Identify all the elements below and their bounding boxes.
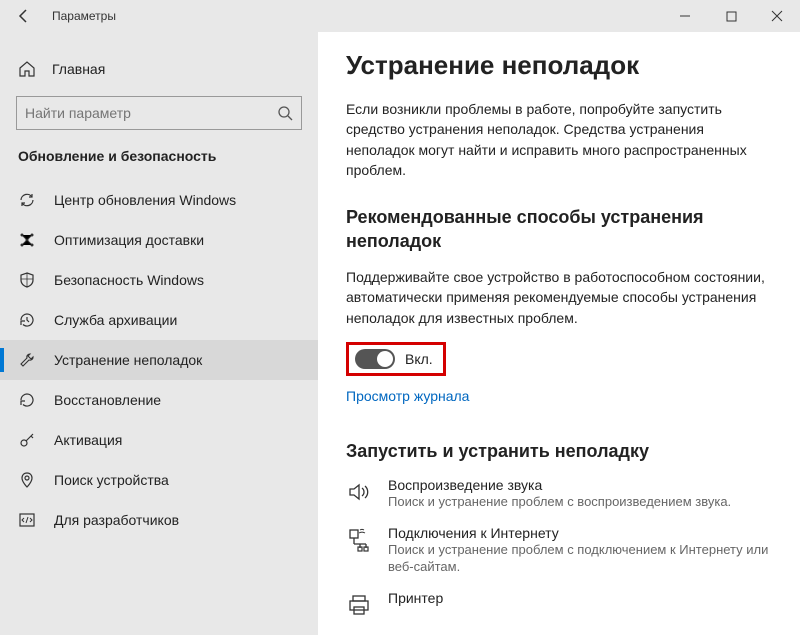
close-button[interactable] — [754, 0, 800, 32]
troubleshooter-title: Подключения к Интернету — [388, 525, 772, 541]
sidebar-item-backup[interactable]: Служба архивации — [0, 300, 318, 340]
sidebar-item-label: Восстановление — [54, 392, 161, 408]
sidebar: Главная Обновление и безопасность Центр … — [0, 32, 318, 635]
search-field[interactable] — [25, 105, 277, 121]
sidebar-item-update[interactable]: Центр обновления Windows — [0, 180, 318, 220]
network-icon — [346, 527, 372, 553]
troubleshooter-printer[interactable]: Принтер — [346, 590, 772, 618]
sidebar-item-findmydevice[interactable]: Поиск устройства — [0, 460, 318, 500]
sync-icon — [18, 191, 36, 209]
intro-text: Если возникли проблемы в работе, попробу… — [346, 99, 772, 180]
troubleshooter-audio[interactable]: Воспроизведение звука Поиск и устранение… — [346, 477, 772, 511]
troubleshooter-list: Воспроизведение звука Поиск и устранение… — [346, 477, 772, 618]
troubleshooter-sub: Поиск и устранение проблем с подключение… — [388, 541, 772, 576]
home-button[interactable]: Главная — [0, 52, 318, 86]
maximize-button[interactable] — [708, 0, 754, 32]
minimize-button[interactable] — [662, 0, 708, 32]
section-label: Обновление и безопасность — [0, 148, 318, 180]
delivery-icon — [18, 231, 36, 249]
search-icon — [277, 105, 293, 121]
run-heading: Запустить и устранить неполадку — [346, 440, 772, 463]
sidebar-item-label: Активация — [54, 432, 122, 448]
window-title: Параметры — [52, 9, 116, 23]
page-title: Устранение неполадок — [346, 50, 772, 81]
sidebar-item-label: Служба архивации — [54, 312, 177, 328]
sidebar-item-recovery[interactable]: Восстановление — [0, 380, 318, 420]
recommended-toggle[interactable] — [355, 349, 395, 369]
home-label: Главная — [52, 61, 105, 77]
location-icon — [18, 471, 36, 489]
toggle-knob — [377, 351, 393, 367]
sidebar-item-developers[interactable]: Для разработчиков — [0, 500, 318, 540]
back-button[interactable] — [0, 0, 48, 32]
sidebar-item-label: Безопасность Windows — [54, 272, 204, 288]
sidebar-item-label: Устранение неполадок — [54, 352, 202, 368]
troubleshooter-sub: Поиск и устранение проблем с воспроизвед… — [388, 493, 731, 511]
key-icon — [18, 431, 36, 449]
sidebar-item-label: Центр обновления Windows — [54, 192, 236, 208]
recovery-icon — [18, 391, 36, 409]
sidebar-item-delivery[interactable]: Оптимизация доставки — [0, 220, 318, 260]
shield-icon — [18, 271, 36, 289]
troubleshooter-title: Принтер — [388, 590, 443, 606]
main-content: Устранение неполадок Если возникли пробл… — [318, 32, 800, 635]
backup-icon — [18, 311, 36, 329]
sidebar-item-label: Для разработчиков — [54, 512, 179, 528]
printer-icon — [346, 592, 372, 618]
troubleshooter-internet[interactable]: Подключения к Интернету Поиск и устранен… — [346, 525, 772, 576]
troubleshooter-title: Воспроизведение звука — [388, 477, 731, 493]
nav-list: Центр обновления Windows Оптимизация дос… — [0, 180, 318, 540]
sidebar-item-label: Поиск устройства — [54, 472, 169, 488]
toggle-label: Вкл. — [405, 351, 433, 367]
code-icon — [18, 511, 36, 529]
sidebar-item-troubleshoot[interactable]: Устранение неполадок — [0, 340, 318, 380]
history-link[interactable]: Просмотр журнала — [346, 388, 469, 404]
sidebar-item-activation[interactable]: Активация — [0, 420, 318, 460]
toggle-highlight: Вкл. — [346, 342, 446, 376]
sidebar-item-label: Оптимизация доставки — [54, 232, 204, 248]
recommended-heading: Рекомендованные способы устранения непол… — [346, 206, 772, 253]
titlebar: Параметры — [0, 0, 800, 32]
sidebar-item-security[interactable]: Безопасность Windows — [0, 260, 318, 300]
search-input[interactable] — [16, 96, 302, 130]
speaker-icon — [346, 479, 372, 505]
wrench-icon — [18, 351, 36, 369]
home-icon — [18, 60, 36, 78]
recommended-desc: Поддерживайте свое устройство в работосп… — [346, 267, 772, 328]
